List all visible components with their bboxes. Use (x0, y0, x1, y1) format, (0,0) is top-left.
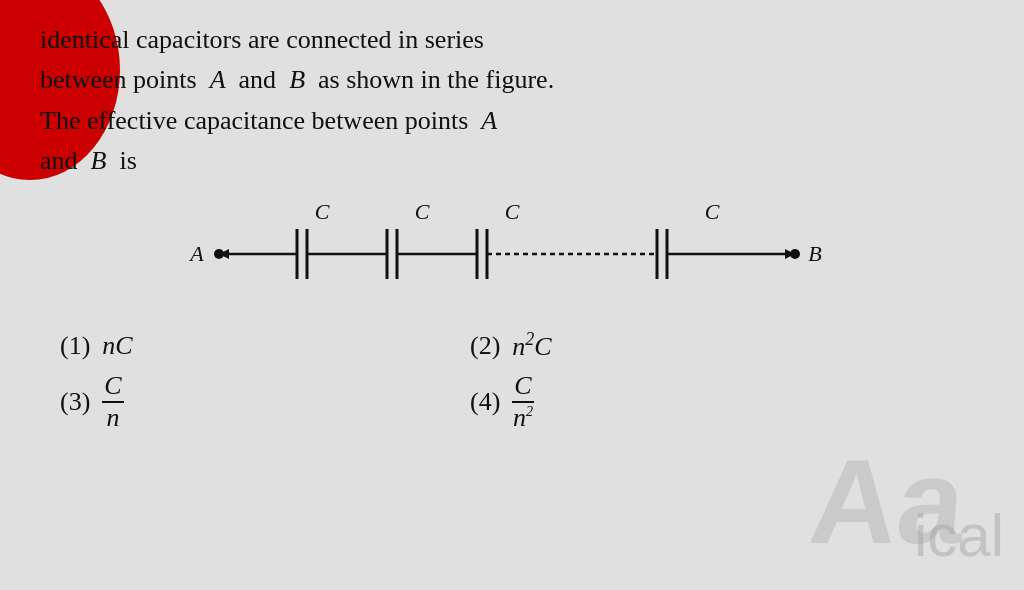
option-3-fraction: C n (102, 372, 123, 433)
problem-line1: identical capacitors are connected in se… (40, 25, 484, 54)
option-1: (1) nC (60, 329, 410, 362)
option-1-label: nC (102, 331, 132, 361)
point-b2: B (91, 146, 107, 175)
page-container: Aa ical identical capacitors are connect… (0, 0, 1024, 590)
point-a: A (210, 65, 226, 94)
problem-text: identical capacitors are connected in se… (40, 20, 980, 181)
option-3-numerator: C (102, 372, 123, 404)
problem-line4: and B is (40, 146, 137, 175)
option-4-denominator: n2 (513, 403, 533, 433)
option-1-value: nC (102, 331, 132, 360)
option-3-denominator: n (107, 403, 120, 433)
option-3-num: (3) (60, 387, 90, 417)
svg-text:C: C (505, 199, 520, 224)
option-4: (4) C n2 (470, 372, 820, 433)
svg-text:C: C (315, 199, 330, 224)
option-2-value: n2C (512, 332, 551, 361)
line3-end: and (40, 146, 78, 175)
problem-line2: between points A and B as shown in the f… (40, 65, 554, 94)
option-3: (3) C n (60, 372, 410, 433)
svg-text:B: B (808, 241, 821, 266)
option-4-fraction: C n2 (512, 372, 533, 433)
svg-text:A: A (188, 241, 204, 266)
svg-text:C: C (705, 199, 720, 224)
option-2-num: (2) (470, 331, 500, 361)
content-area: identical capacitors are connected in se… (0, 0, 1024, 590)
line2-end: as shown in the figure. (318, 65, 554, 94)
problem-line3: The effective capacitance between points… (40, 106, 497, 135)
circuit-svg: C C C C A (167, 199, 867, 309)
and-text: and (239, 65, 277, 94)
line1-text: identical capacitors are connected in se… (40, 25, 484, 54)
point-a2: A (481, 106, 497, 135)
circuit-diagram: C C C C A (40, 199, 994, 309)
option-4-num: (4) (470, 387, 500, 417)
option-1-num: (1) (60, 331, 90, 361)
option-2: (2) n2C (470, 329, 820, 362)
option-2-label: n2C (512, 329, 551, 362)
point-b: B (289, 65, 305, 94)
line2-text: between points (40, 65, 197, 94)
line3-end2: is (119, 146, 136, 175)
option-4-numerator: C (512, 372, 533, 404)
options-grid: (1) nC (2) n2C (3) C n (60, 329, 820, 433)
line3-text: The effective capacitance between points (40, 106, 468, 135)
svg-text:C: C (415, 199, 430, 224)
